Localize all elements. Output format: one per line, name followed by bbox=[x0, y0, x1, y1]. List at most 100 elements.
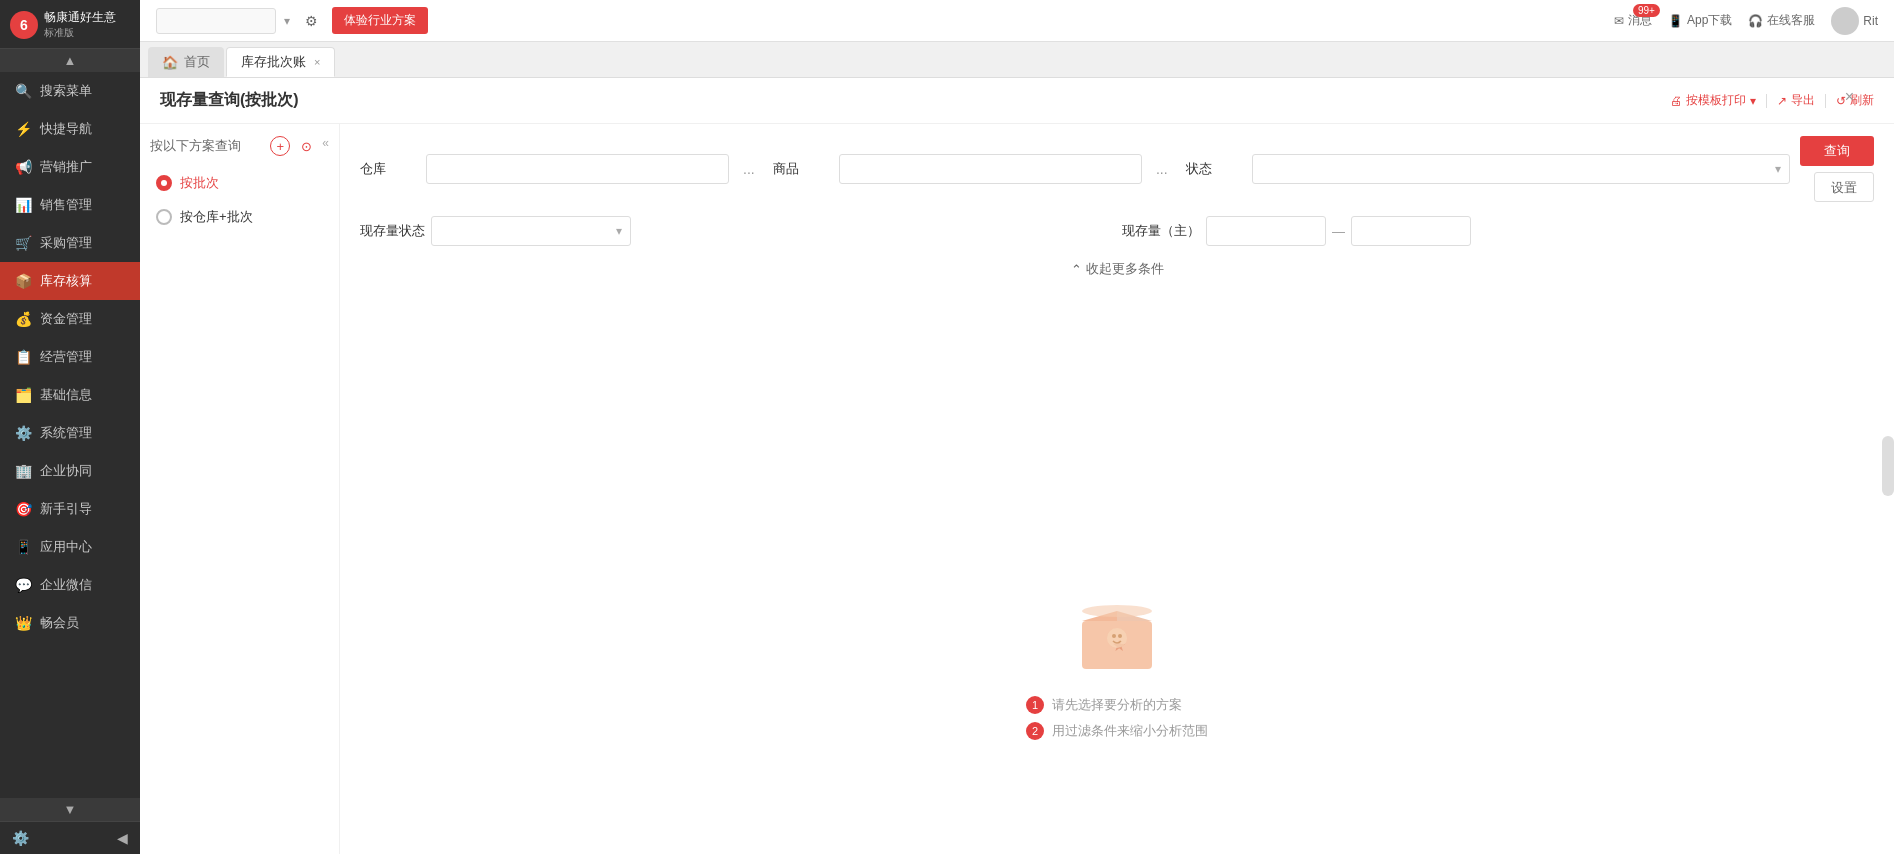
app-download-action[interactable]: 📱 App下载 bbox=[1668, 12, 1732, 29]
nav-icon-basics: 🗂️ bbox=[14, 386, 32, 404]
topbar-chevron-icon[interactable]: ▾ bbox=[284, 14, 290, 28]
collapse-label: 收起更多条件 bbox=[1086, 260, 1164, 278]
stock-status-label: 现存量状态 bbox=[360, 222, 425, 240]
nav-icon-search-menu: 🔍 bbox=[14, 82, 32, 100]
nav-icon-system: ⚙️ bbox=[14, 424, 32, 442]
sidebar-item-apps[interactable]: 📱 应用中心 bbox=[0, 528, 140, 566]
sidebar-nav: 🔍 搜索菜单 ⚡ 快捷导航 📢 营销推广 📊 销售管理 🛒 采购管理 📦 库存核… bbox=[0, 72, 140, 798]
sidebar-item-purchase[interactable]: 🛒 采购管理 bbox=[0, 224, 140, 262]
sidebar-footer: ⚙️ ◀ bbox=[0, 821, 140, 854]
scheme-add-btn[interactable]: + bbox=[270, 136, 290, 156]
sidebar-item-newbie[interactable]: 🎯 新手引导 bbox=[0, 490, 140, 528]
tab-home-label: 首页 bbox=[184, 53, 210, 71]
sidebar-item-basics[interactable]: 🗂️ 基础信息 bbox=[0, 376, 140, 414]
right-scrollbar[interactable] bbox=[1882, 436, 1894, 496]
nav-label-system: 系统管理 bbox=[40, 424, 92, 442]
sidebar-item-wechat[interactable]: 💬 企业微信 bbox=[0, 566, 140, 604]
scheme-collapse-btn[interactable]: « bbox=[322, 136, 329, 156]
sidebar-item-system[interactable]: ⚙️ 系统管理 bbox=[0, 414, 140, 452]
stock-status-arrow: ▾ bbox=[616, 224, 622, 238]
sidebar-item-quick-nav[interactable]: ⚡ 快捷导航 bbox=[0, 110, 140, 148]
app-edition: 标准版 bbox=[44, 26, 116, 40]
topbar-gear-icon[interactable]: ⚙ bbox=[298, 8, 324, 34]
sidebar-item-operations[interactable]: 📋 经营管理 bbox=[0, 338, 140, 376]
sidebar-header: 6 畅康通好生意 标准版 bbox=[0, 0, 140, 49]
status-select-arrow: ▾ bbox=[1775, 162, 1781, 176]
scheme-radio-by-warehouse-batch bbox=[156, 209, 172, 225]
hint-text-1: 请先选择要分析的方案 bbox=[1052, 696, 1182, 714]
nav-icon-inventory: 📦 bbox=[14, 272, 32, 290]
nav-label-member: 畅会员 bbox=[40, 614, 79, 632]
sidebar-scroll-up[interactable]: ▲ bbox=[0, 49, 140, 72]
query-setting-col: 查询 设置 bbox=[1800, 136, 1874, 202]
status-select[interactable]: ▾ bbox=[1252, 154, 1790, 184]
product-label: 商品 bbox=[773, 160, 833, 178]
close-panel-btn[interactable]: × bbox=[1845, 88, 1854, 106]
user-profile[interactable]: Rit bbox=[1831, 7, 1878, 35]
scheme-item-by-warehouse-batch[interactable]: 按仓库+批次 bbox=[150, 200, 329, 234]
nav-label-operations: 经营管理 bbox=[40, 348, 92, 366]
scheme-label-by-batch: 按批次 bbox=[180, 174, 219, 192]
messages-badge: 99+ bbox=[1633, 4, 1660, 17]
phone-icon: 📱 bbox=[1668, 14, 1683, 28]
query-btn[interactable]: 查询 bbox=[1800, 136, 1874, 166]
stock-quantity-label: 现存量（主） bbox=[1122, 222, 1200, 240]
settings-btn[interactable]: 设置 bbox=[1814, 172, 1874, 202]
scheme-item-by-batch[interactable]: 按批次 bbox=[150, 166, 329, 200]
nav-icon-sales: 📊 bbox=[14, 196, 32, 214]
sidebar-item-member[interactable]: 👑 畅会员 bbox=[0, 604, 140, 642]
tab-inventory-batch-label: 库存批次账 bbox=[241, 53, 306, 71]
tab-close-icon[interactable]: × bbox=[314, 56, 320, 68]
nav-icon-newbie: 🎯 bbox=[14, 500, 32, 518]
nav-label-quick-nav: 快捷导航 bbox=[40, 120, 92, 138]
page-title: 现存量查询(按批次) bbox=[160, 90, 299, 111]
svg-point-4 bbox=[1112, 634, 1116, 638]
scheme-panel: 按以下方案查询 + ⊙ « 按批次 按仓库+批次 bbox=[140, 124, 340, 854]
filter-collapse-btn[interactable]: ⌃ 收起更多条件 bbox=[360, 260, 1874, 278]
sidebar-item-search-menu[interactable]: 🔍 搜索菜单 bbox=[0, 72, 140, 110]
stock-quantity-from[interactable] bbox=[1206, 216, 1326, 246]
nav-label-sales: 销售管理 bbox=[40, 196, 92, 214]
svg-point-3 bbox=[1107, 628, 1127, 648]
hint-num-2: 2 bbox=[1026, 722, 1044, 740]
print-btn[interactable]: 🖨 按模板打印 ▾ bbox=[1670, 92, 1756, 109]
tab-home[interactable]: 🏠 首页 bbox=[148, 47, 224, 77]
page-header-actions: 🖨 按模板打印 ▾ ↗ 导出 ↺ 刷新 bbox=[1670, 92, 1874, 109]
sidebar-item-sales[interactable]: 📊 销售管理 bbox=[0, 186, 140, 224]
nav-label-finance: 资金管理 bbox=[40, 310, 92, 328]
sidebar-collapse-icon[interactable]: ◀ bbox=[117, 830, 128, 846]
nav-icon-apps: 📱 bbox=[14, 538, 32, 556]
topbar-right: ✉ 消息 99+ 📱 App下载 🎧 在线客服 Rit bbox=[1614, 7, 1878, 35]
app-info: 畅康通好生意 标准版 bbox=[44, 10, 116, 40]
sidebar-item-finance[interactable]: 💰 资金管理 bbox=[0, 300, 140, 338]
empty-illustration: ★ bbox=[1067, 576, 1167, 676]
online-service-action[interactable]: 🎧 在线客服 bbox=[1748, 12, 1815, 29]
sidebar-item-marketing[interactable]: 📢 营销推广 bbox=[0, 148, 140, 186]
collapse-up-icon: ⌃ bbox=[1071, 262, 1082, 277]
product-dots-btn[interactable]: ... bbox=[1148, 155, 1176, 183]
topbar-search-input[interactable] bbox=[156, 8, 276, 34]
nav-label-search-menu: 搜索菜单 bbox=[40, 82, 92, 100]
export-btn[interactable]: ↗ 导出 bbox=[1777, 92, 1815, 109]
refresh-btn[interactable]: ↺ 刷新 bbox=[1836, 92, 1874, 109]
scheme-gear-btn[interactable]: ⊙ bbox=[296, 136, 316, 156]
sidebar-item-inventory[interactable]: 📦 库存核算 bbox=[0, 262, 140, 300]
nav-icon-quick-nav: ⚡ bbox=[14, 120, 32, 138]
print-dropdown-icon[interactable]: ▾ bbox=[1750, 94, 1756, 108]
sidebar-settings-icon[interactable]: ⚙️ bbox=[12, 830, 29, 846]
sidebar-scroll-down[interactable]: ▼ bbox=[0, 798, 140, 821]
nav-label-enterprise: 企业协同 bbox=[40, 462, 92, 480]
username-label: Rit bbox=[1863, 14, 1878, 28]
tab-inventory-batch[interactable]: 库存批次账 × bbox=[226, 47, 335, 77]
page-header: 现存量查询(按批次) 🖨 按模板打印 ▾ ↗ 导出 ↺ 刷 bbox=[140, 78, 1894, 124]
sidebar-item-enterprise[interactable]: 🏢 企业协同 bbox=[0, 452, 140, 490]
warehouse-input[interactable] bbox=[426, 154, 729, 184]
empty-hint-2: 2 用过滤条件来缩小分析范围 bbox=[1026, 722, 1208, 740]
stock-quantity-to[interactable] bbox=[1351, 216, 1471, 246]
messages-action[interactable]: ✉ 消息 99+ bbox=[1614, 12, 1652, 29]
stock-status-select[interactable]: ▾ bbox=[431, 216, 631, 246]
product-input[interactable] bbox=[839, 154, 1142, 184]
home-icon: 🏠 bbox=[162, 55, 178, 70]
warehouse-dots-btn[interactable]: ... bbox=[735, 155, 763, 183]
experience-btn[interactable]: 体验行业方案 bbox=[332, 7, 428, 34]
